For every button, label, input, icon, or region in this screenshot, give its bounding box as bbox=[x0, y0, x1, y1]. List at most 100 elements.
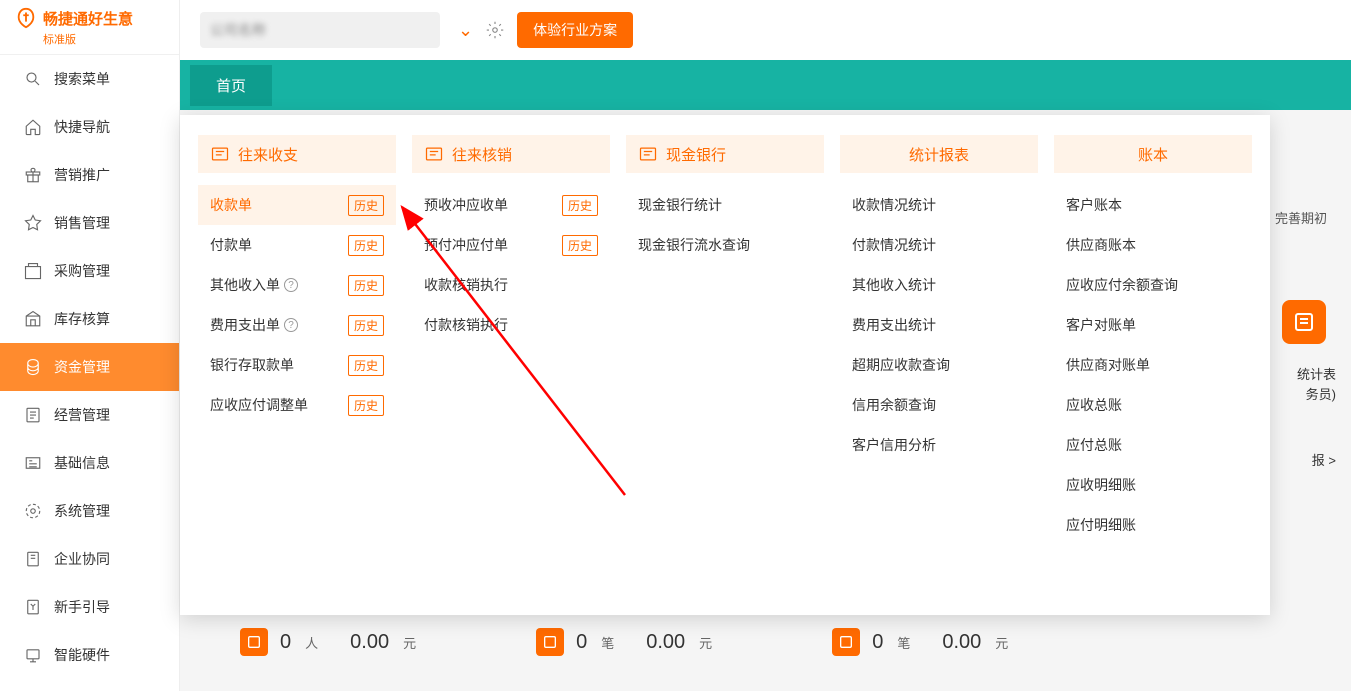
right-peek: 完善期初 bbox=[1271, 115, 1351, 235]
mega-item-3-0[interactable]: 收款情况统计 bbox=[840, 185, 1038, 225]
history-badge[interactable]: 历史 bbox=[348, 275, 384, 296]
history-badge[interactable]: 历史 bbox=[562, 195, 598, 216]
mega-item-label: 费用支出统计 bbox=[852, 315, 936, 335]
mega-item-2-0[interactable]: 现金银行统计 bbox=[626, 185, 824, 225]
mega-item-4-2[interactable]: 应收应付余额查询 bbox=[1054, 265, 1252, 305]
mega-item-label: 应收明细账 bbox=[1066, 475, 1136, 495]
company-selector[interactable]: 公司名称 bbox=[200, 12, 440, 48]
mega-item-4-8[interactable]: 应付明细账 bbox=[1054, 505, 1252, 545]
hardware-icon bbox=[24, 646, 42, 664]
chevron-down-icon[interactable]: ⌄ bbox=[458, 20, 473, 41]
tabbar: 首页 bbox=[180, 60, 1351, 110]
sidebar-item-2[interactable]: 营销推广 bbox=[0, 151, 179, 199]
stat-value: 0.00 bbox=[350, 631, 389, 654]
mega-item-4-7[interactable]: 应收明细账 bbox=[1054, 465, 1252, 505]
funds-icon bbox=[24, 358, 42, 376]
mega-column-2: 现金银行现金银行统计现金银行流水查询 bbox=[618, 135, 832, 595]
history-badge[interactable]: 历史 bbox=[562, 235, 598, 256]
history-badge[interactable]: 历史 bbox=[348, 315, 384, 336]
stat-value: 0.00 bbox=[942, 631, 981, 654]
mega-item-label: 其他收入单? bbox=[210, 275, 298, 295]
mega-item-1-3[interactable]: 付款核销执行 bbox=[412, 305, 610, 345]
tab-home[interactable]: 首页 bbox=[190, 65, 272, 106]
sidebar-item-6[interactable]: 资金管理 bbox=[0, 343, 179, 391]
sidebar-item-10[interactable]: 企业协同 bbox=[0, 535, 179, 583]
stat-icon bbox=[240, 628, 268, 656]
mega-item-label: 预收冲应收单 bbox=[424, 195, 508, 215]
sidebar-item-label: 采购管理 bbox=[54, 261, 110, 281]
sidebar-item-12[interactable]: 智能硬件 bbox=[0, 631, 179, 679]
sidebar-item-0[interactable]: 搜索菜单 bbox=[0, 55, 179, 103]
mega-item-4-3[interactable]: 客户对账单 bbox=[1054, 305, 1252, 345]
mega-item-3-6[interactable]: 客户信用分析 bbox=[840, 425, 1038, 465]
mega-item-label: 费用支出单? bbox=[210, 315, 298, 335]
mega-item-label: 其他收入统计 bbox=[852, 275, 936, 295]
mega-item-1-0[interactable]: 预收冲应收单 历史 bbox=[412, 185, 610, 225]
mega-item-0-0[interactable]: 收款单历史 bbox=[198, 185, 396, 225]
mega-item-4-1[interactable]: 供应商账本 bbox=[1054, 225, 1252, 265]
history-badge[interactable]: 历史 bbox=[348, 195, 384, 216]
mega-item-0-5[interactable]: 应收应付调整单 历史 bbox=[198, 385, 396, 425]
help-icon[interactable]: ? bbox=[284, 318, 298, 332]
mega-item-0-2[interactable]: 其他收入单? 历史 bbox=[198, 265, 396, 305]
stat-block-1: 0笔0.00元 bbox=[536, 628, 712, 656]
peek-weekly[interactable]: 报 > bbox=[1312, 450, 1336, 469]
sidebar-item-7[interactable]: 经营管理 bbox=[0, 391, 179, 439]
logo-area: 畅捷通好生意 标准版 bbox=[0, 0, 179, 55]
mega-item-label: 应收应付余额查询 bbox=[1066, 275, 1178, 295]
mega-item-label: 应付明细账 bbox=[1066, 515, 1136, 535]
mega-item-label: 供应商对账单 bbox=[1066, 355, 1150, 375]
help-icon[interactable]: ? bbox=[284, 278, 298, 292]
sidebar-item-4[interactable]: 采购管理 bbox=[0, 247, 179, 295]
home-icon bbox=[24, 118, 42, 136]
mega-column-4: 账本客户账本供应商账本应收应付余额查询客户对账单供应商对账单应收总账应付总账应收… bbox=[1046, 135, 1260, 595]
mega-item-label: 客户对账单 bbox=[1066, 315, 1136, 335]
sidebar-item-label: 企业协同 bbox=[54, 549, 110, 569]
mega-item-0-1[interactable]: 付款单历史 bbox=[198, 225, 396, 265]
brand-logo-icon bbox=[15, 7, 37, 29]
mega-item-4-4[interactable]: 供应商对账单 bbox=[1054, 345, 1252, 385]
mega-item-label: 信用余额查询 bbox=[852, 395, 936, 415]
sidebar-item-5[interactable]: 库存核算 bbox=[0, 295, 179, 343]
sidebar-item-11[interactable]: 新手引导 bbox=[0, 583, 179, 631]
mega-item-label: 付款核销执行 bbox=[424, 315, 508, 335]
mega-item-label: 客户账本 bbox=[1066, 195, 1122, 215]
mega-item-label: 超期应收款查询 bbox=[852, 355, 950, 375]
mega-item-3-2[interactable]: 其他收入统计 bbox=[840, 265, 1038, 305]
mega-item-3-3[interactable]: 费用支出统计 bbox=[840, 305, 1038, 345]
sidebar-item-8[interactable]: 基础信息 bbox=[0, 439, 179, 487]
mega-item-3-1[interactable]: 付款情况统计 bbox=[840, 225, 1038, 265]
mega-item-label: 应收总账 bbox=[1066, 395, 1122, 415]
sidebar-item-3[interactable]: 销售管理 bbox=[0, 199, 179, 247]
sidebar-item-label: 搜索菜单 bbox=[54, 69, 110, 89]
gift-icon bbox=[24, 166, 42, 184]
mega-column-3: 统计报表收款情况统计付款情况统计其他收入统计费用支出统计超期应收款查询信用余额查… bbox=[832, 135, 1046, 595]
mega-column-0: 往来收支收款单历史付款单历史其他收入单?历史费用支出单?历史银行存取款单历史应收… bbox=[190, 135, 404, 595]
mega-item-4-0[interactable]: 客户账本 bbox=[1054, 185, 1252, 225]
mega-item-0-3[interactable]: 费用支出单? 历史 bbox=[198, 305, 396, 345]
mega-item-4-5[interactable]: 应收总账 bbox=[1054, 385, 1252, 425]
sidebar-item-label: 销售管理 bbox=[54, 213, 110, 233]
sidebar-item-label: 营销推广 bbox=[54, 165, 110, 185]
mega-item-3-5[interactable]: 信用余额查询 bbox=[840, 385, 1038, 425]
gear-icon[interactable] bbox=[485, 20, 505, 40]
mega-item-1-1[interactable]: 预付冲应付单历史 bbox=[412, 225, 610, 265]
mega-item-label: 银行存取款单 bbox=[210, 355, 294, 375]
mega-item-label: 现金银行流水查询 bbox=[638, 235, 750, 255]
industry-plan-button[interactable]: 体验行业方案 bbox=[517, 12, 633, 48]
mega-item-label: 应收应付调整单 bbox=[210, 395, 308, 415]
stat-count: 0 bbox=[872, 631, 883, 654]
history-badge[interactable]: 历史 bbox=[348, 395, 384, 416]
mega-item-1-2[interactable]: 收款核销执行 bbox=[412, 265, 610, 305]
sidebar-item-1[interactable]: 快捷导航 bbox=[0, 103, 179, 151]
mega-item-4-6[interactable]: 应付总账 bbox=[1054, 425, 1252, 465]
sidebar-item-9[interactable]: 系统管理 bbox=[0, 487, 179, 535]
mega-item-0-4[interactable]: 银行存取款单 历史 bbox=[198, 345, 396, 385]
mega-item-3-4[interactable]: 超期应收款查询 bbox=[840, 345, 1038, 385]
history-badge[interactable]: 历史 bbox=[348, 235, 384, 256]
float-card-icon[interactable] bbox=[1282, 300, 1326, 344]
history-badge[interactable]: 历史 bbox=[348, 355, 384, 376]
mega-item-label: 收款情况统计 bbox=[852, 195, 936, 215]
mega-item-2-1[interactable]: 现金银行流水查询 bbox=[626, 225, 824, 265]
system-icon bbox=[24, 502, 42, 520]
